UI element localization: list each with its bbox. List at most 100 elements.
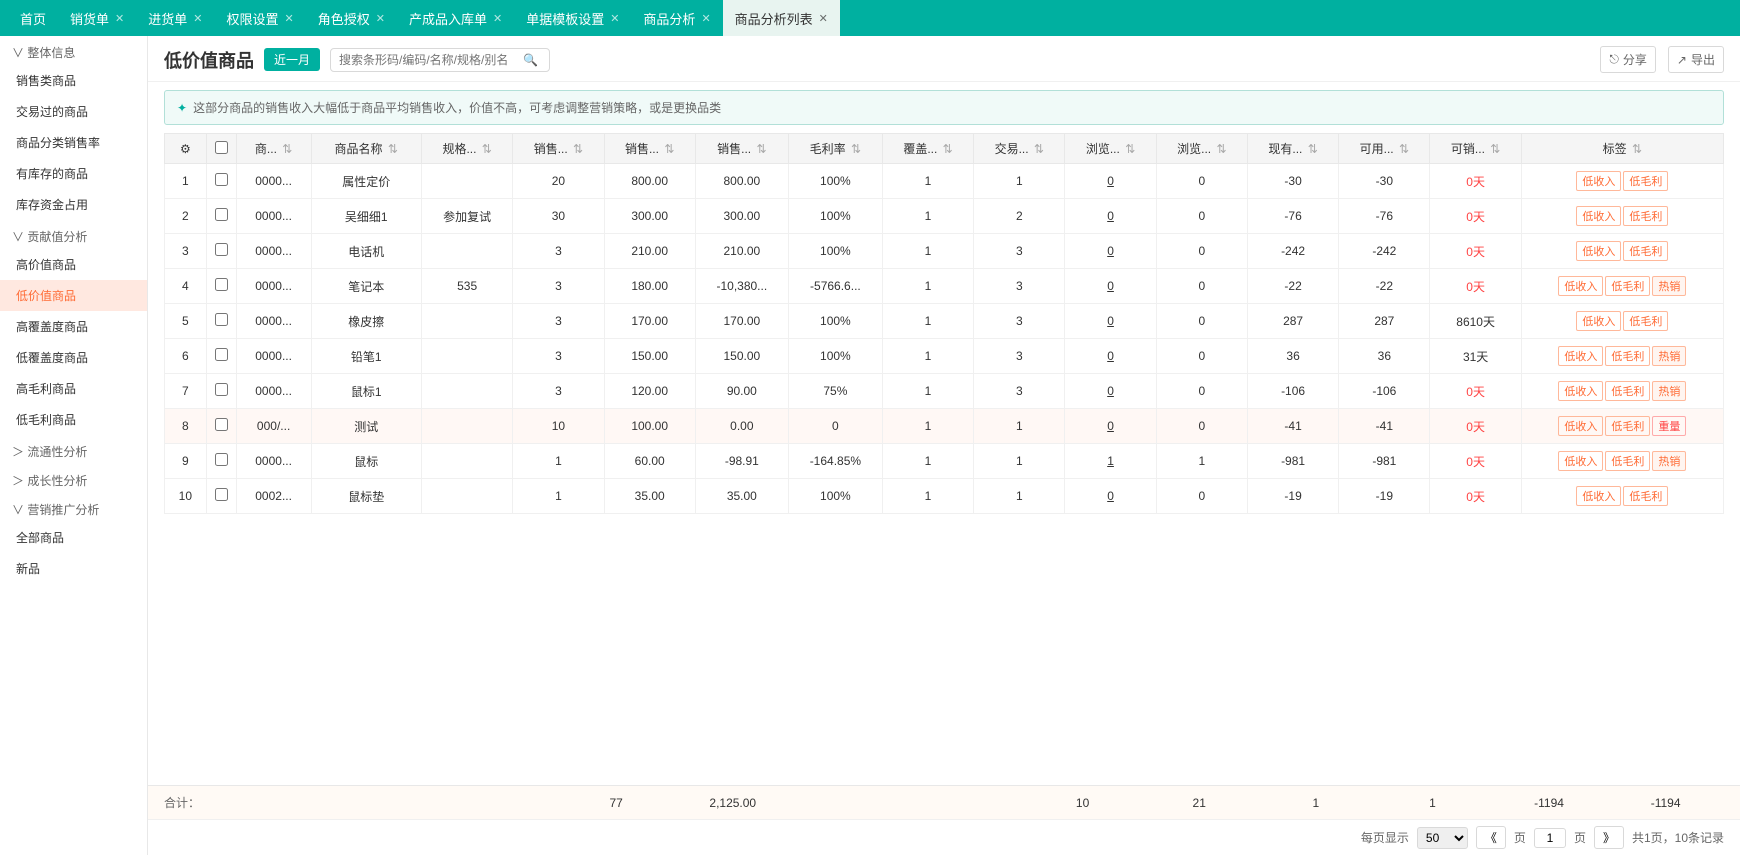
- row-checkbox[interactable]: [215, 173, 228, 186]
- nav-item-roles[interactable]: 角色授权 ✕: [306, 0, 397, 36]
- row-checkbox[interactable]: [215, 453, 228, 466]
- prev-page-button[interactable]: 《: [1476, 826, 1506, 849]
- checkbox-col-header[interactable]: [206, 134, 236, 164]
- row-stock-available: -41: [1339, 409, 1430, 444]
- row-checkbox-cell: [206, 374, 236, 409]
- stock-current-col-header[interactable]: 现有... ⇅: [1247, 134, 1338, 164]
- close-icon[interactable]: ✕: [285, 12, 294, 25]
- sidebar-group-overview[interactable]: ∨ 整体信息: [0, 36, 147, 65]
- row-name[interactable]: 属性定价: [311, 164, 422, 199]
- nav-item-purchase[interactable]: 进货单 ✕: [136, 0, 214, 36]
- sidebar-group-contribution[interactable]: ∨ 贡献值分析: [0, 220, 147, 249]
- period-button[interactable]: 近一月: [264, 48, 320, 71]
- row-view1[interactable]: 0: [1065, 374, 1156, 409]
- coverage-col-header[interactable]: 覆盖... ⇅: [882, 134, 973, 164]
- sidebar-group-growth[interactable]: ＞ 成长性分析: [0, 464, 147, 493]
- sidebar-group-marketing[interactable]: ∨ 营销推广分析: [0, 493, 147, 522]
- sale-qty-col-header[interactable]: 销售... ⇅: [513, 134, 604, 164]
- row-name[interactable]: 铅笔1: [311, 339, 422, 374]
- stock-available-col-header[interactable]: 可用... ⇅: [1339, 134, 1430, 164]
- view2-col-header[interactable]: 浏览... ⇅: [1156, 134, 1247, 164]
- nav-item-home[interactable]: 首页: [8, 0, 58, 36]
- row-num: 3: [165, 234, 207, 269]
- nav-item-template[interactable]: 单据模板设置 ✕: [514, 0, 631, 36]
- row-checkbox[interactable]: [215, 488, 228, 501]
- page-size-select[interactable]: 50 100 200: [1417, 827, 1468, 849]
- row-checkbox[interactable]: [215, 313, 228, 326]
- row-checkbox[interactable]: [215, 348, 228, 361]
- row-name[interactable]: 测试: [311, 409, 422, 444]
- row-checkbox[interactable]: [215, 418, 228, 431]
- share-button[interactable]: ⎋ 分享: [1600, 46, 1656, 73]
- sale-amount-col-header[interactable]: 销售... ⇅: [604, 134, 695, 164]
- close-icon[interactable]: ✕: [493, 12, 502, 25]
- row-view1[interactable]: 0: [1065, 339, 1156, 374]
- sidebar-item-new-products[interactable]: 新品: [0, 553, 147, 584]
- nav-item-warehouse[interactable]: 产成品入库单 ✕: [397, 0, 514, 36]
- search-input[interactable]: [339, 53, 519, 67]
- tags-col-header[interactable]: 标签 ⇅: [1521, 134, 1723, 164]
- next-page-button[interactable]: 》: [1594, 826, 1624, 849]
- search-icon[interactable]: 🔍: [523, 53, 538, 67]
- row-name[interactable]: 鼠标: [311, 444, 422, 479]
- sidebar-item-stock-capital[interactable]: 库存资金占用: [0, 189, 147, 220]
- row-view1[interactable]: 0: [1065, 234, 1156, 269]
- export-button[interactable]: ↗ 导出: [1668, 46, 1724, 73]
- footer-spec: [441, 796, 558, 810]
- sidebar-item-all-products[interactable]: 全部商品: [0, 522, 147, 553]
- sidebar-item-high-value[interactable]: 高价值商品: [0, 249, 147, 280]
- row-view1[interactable]: 0: [1065, 199, 1156, 234]
- code-col-header[interactable]: 商... ⇅: [236, 134, 311, 164]
- row-view1[interactable]: 0: [1065, 304, 1156, 339]
- close-icon[interactable]: ✕: [610, 12, 619, 25]
- nav-item-sales[interactable]: 销货单 ✕: [58, 0, 136, 36]
- row-view1[interactable]: 0: [1065, 479, 1156, 514]
- sidebar-group-circulation[interactable]: ＞ 流通性分析: [0, 435, 147, 464]
- stock-saleable-col-header[interactable]: 可销... ⇅: [1430, 134, 1521, 164]
- close-icon[interactable]: ✕: [376, 12, 385, 25]
- row-view2: 0: [1156, 269, 1247, 304]
- row-name[interactable]: 鼠标1: [311, 374, 422, 409]
- sidebar-item-low-value[interactable]: 低价值商品: [0, 280, 147, 311]
- sidebar-item-high-coverage[interactable]: 高覆盖度商品: [0, 311, 147, 342]
- nav-item-analysis-list[interactable]: 商品分析列表 ✕: [723, 0, 840, 36]
- trade-col-header[interactable]: 交易... ⇅: [974, 134, 1065, 164]
- page-input[interactable]: [1534, 828, 1566, 848]
- row-checkbox[interactable]: [215, 208, 228, 221]
- select-all-checkbox[interactable]: [215, 141, 228, 154]
- sidebar-item-high-margin[interactable]: 高毛利商品: [0, 373, 147, 404]
- row-view1[interactable]: 0: [1065, 164, 1156, 199]
- row-stock-current: -19: [1247, 479, 1338, 514]
- close-icon[interactable]: ✕: [701, 12, 710, 25]
- row-view1[interactable]: 0: [1065, 409, 1156, 444]
- row-checkbox[interactable]: [215, 383, 228, 396]
- sidebar-item-category-rate[interactable]: 商品分类销售率: [0, 127, 147, 158]
- row-checkbox[interactable]: [215, 278, 228, 291]
- close-icon[interactable]: ✕: [115, 12, 124, 25]
- row-view1[interactable]: 1: [1065, 444, 1156, 479]
- sale-profit-col-header[interactable]: 销售... ⇅: [695, 134, 788, 164]
- sidebar-item-traded-products[interactable]: 交易过的商品: [0, 96, 147, 127]
- row-name[interactable]: 吴细细1: [311, 199, 422, 234]
- sidebar-item-low-coverage[interactable]: 低覆盖度商品: [0, 342, 147, 373]
- row-name[interactable]: 电话机: [311, 234, 422, 269]
- row-view1[interactable]: 0: [1065, 269, 1156, 304]
- settings-col-header[interactable]: ⚙: [165, 134, 207, 164]
- close-icon[interactable]: ✕: [819, 12, 828, 25]
- tag: 低毛利: [1605, 276, 1650, 296]
- sidebar-item-stocked-products[interactable]: 有库存的商品: [0, 158, 147, 189]
- row-name[interactable]: 鼠标垫: [311, 479, 422, 514]
- sidebar-item-sales-products[interactable]: 销售类商品: [0, 65, 147, 96]
- row-name[interactable]: 笔记本: [311, 269, 422, 304]
- row-days: 0天: [1430, 199, 1521, 234]
- nav-item-analysis[interactable]: 商品分析 ✕: [631, 0, 722, 36]
- row-checkbox[interactable]: [215, 243, 228, 256]
- row-name[interactable]: 橡皮擦: [311, 304, 422, 339]
- sidebar-item-low-margin[interactable]: 低毛利商品: [0, 404, 147, 435]
- close-icon[interactable]: ✕: [193, 12, 202, 25]
- view1-col-header[interactable]: 浏览... ⇅: [1065, 134, 1156, 164]
- margin-col-header[interactable]: 毛利率 ⇅: [788, 134, 882, 164]
- spec-col-header[interactable]: 规格... ⇅: [422, 134, 513, 164]
- nav-item-permissions[interactable]: 权限设置 ✕: [214, 0, 305, 36]
- name-col-header[interactable]: 商品名称 ⇅: [311, 134, 422, 164]
